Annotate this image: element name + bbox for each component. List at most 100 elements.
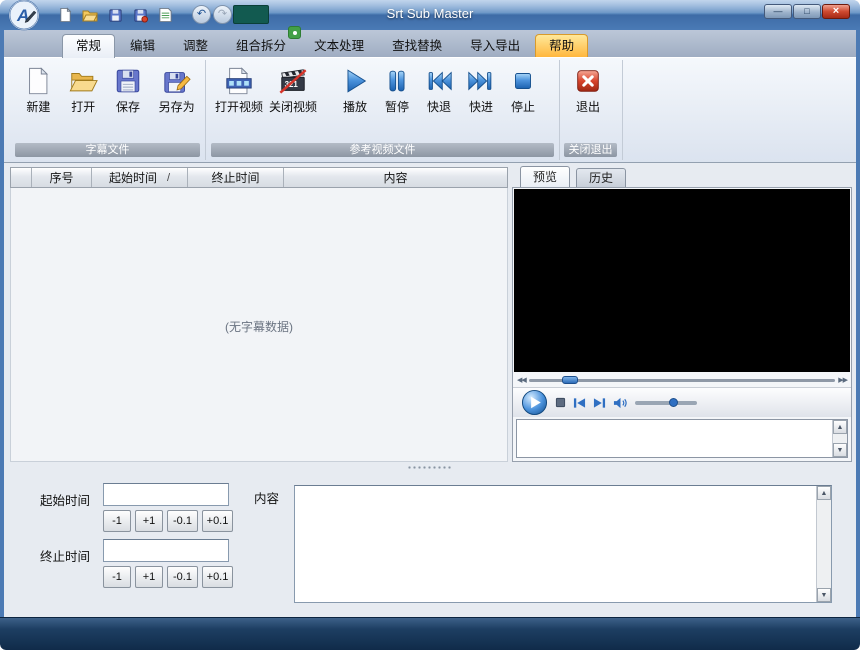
speaker-icon [613,397,628,409]
button-label: 保存 [116,98,140,115]
green-artifact-icon [288,26,301,39]
tab-history[interactable]: 历史 [576,168,626,187]
qat-save-button[interactable] [106,6,124,24]
tab-help[interactable]: 帮助 [535,34,588,57]
button-label: 快进 [469,98,493,115]
column-header-index[interactable]: 序号 [32,168,92,187]
stop-icon [507,65,539,97]
group-caption: 字幕文件 [15,143,200,157]
content-scrollbar[interactable]: ▲ ▼ [816,486,831,602]
horizontal-splitter[interactable] [4,464,856,471]
open-video-button[interactable]: 打开视频 [212,63,266,115]
close-video-button[interactable]: 321 关闭视频 [266,63,320,115]
preview-panel: ◀◀ ▶▶ [512,187,852,462]
app-logo-button[interactable]: A [8,0,40,31]
seek-track[interactable] [529,379,835,382]
undo-button[interactable]: ↶ [192,5,211,24]
start-minus-1-button[interactable]: -1 [103,510,131,532]
seek-back-icon[interactable]: ◀◀ [517,376,526,384]
tab-preview[interactable]: 预览 [520,166,570,187]
redo-button[interactable]: ↷ [213,5,232,24]
player-previous-button[interactable] [573,397,586,409]
tab-text-process[interactable]: 文本处理 [301,36,377,57]
stop-button[interactable]: 停止 [502,63,544,115]
seek-thumb[interactable] [562,376,578,384]
window-title: Srt Sub Master [387,6,474,21]
start-plus-1-button[interactable]: +1 [135,510,163,532]
preview-text-box[interactable]: ▲ ▼ [516,419,848,458]
mute-button[interactable] [613,397,628,409]
close-button[interactable]: × [822,4,850,19]
pause-button[interactable]: 暂停 [376,63,418,115]
previous-track-icon [573,397,586,409]
seek-bar: ◀◀ ▶▶ [513,373,851,387]
start-plus-01-button[interactable]: +0.1 [202,510,233,532]
play-circle-icon [521,389,548,416]
open-button[interactable]: 打开 [61,63,106,115]
save-button[interactable]: 保存 [106,63,151,115]
end-plus-1-button[interactable]: +1 [135,566,163,588]
volume-thumb[interactable] [669,398,678,407]
save-icon [108,8,123,23]
column-header-start-time[interactable]: 起始时间 / [92,168,188,187]
save-as-icon [133,8,148,23]
column-header-content[interactable]: 内容 [284,168,507,187]
ribbon-tab-strip: 常规 编辑 调整 组合拆分 文本处理 查找替换 导入导出 帮助 [4,30,856,57]
save-as-button[interactable]: 另存为 [150,63,203,115]
new-document-icon [22,65,54,97]
scroll-up-icon[interactable]: ▲ [833,420,847,434]
scroll-up-icon[interactable]: ▲ [817,486,831,500]
clapperboard-close-icon: 321 [277,65,309,97]
subtitle-table-body[interactable]: (无字幕数据) [10,188,508,462]
end-minus-01-button[interactable]: -0.1 [167,566,198,588]
save-icon [112,65,144,97]
quick-access-toolbar [56,6,174,24]
seek-forward-icon[interactable]: ▶▶ [838,376,847,384]
player-next-button[interactable] [593,397,606,409]
new-button[interactable]: 新建 [16,63,61,115]
tab-adjust[interactable]: 调整 [170,36,221,57]
maximize-button[interactable]: □ [793,4,821,19]
start-time-label: 起始时间 [40,490,90,509]
content-textarea[interactable]: ▲ ▼ [294,485,832,603]
scroll-down-icon[interactable]: ▼ [833,443,847,457]
start-time-input[interactable] [103,483,229,506]
tab-find-replace[interactable]: 查找替换 [379,36,455,57]
stop-square-icon [555,397,566,408]
start-minus-01-button[interactable]: -0.1 [167,510,198,532]
end-plus-01-button[interactable]: +0.1 [202,566,233,588]
minimize-button[interactable]: — [764,4,792,19]
group-caption: 关闭退出 [564,143,617,157]
volume-slider[interactable] [635,401,697,405]
rewind-button[interactable]: 快退 [418,63,460,115]
row-selector-header[interactable] [11,168,32,187]
button-label: 播放 [343,98,367,115]
exit-button[interactable]: 退出 [565,63,611,115]
tab-edit[interactable]: 编辑 [117,36,168,57]
open-folder-icon [67,65,99,97]
tab-general[interactable]: 常规 [62,34,115,58]
qat-open-button[interactable] [81,6,99,24]
player-stop-button[interactable] [555,397,566,408]
app-logo-icon: A [8,0,40,31]
end-minus-1-button[interactable]: -1 [103,566,131,588]
tab-import-export[interactable]: 导入导出 [457,36,533,57]
qat-export-button[interactable] [156,6,174,24]
video-surface [514,189,850,372]
preview-scrollbar[interactable]: ▲ ▼ [832,420,847,457]
fast-forward-button[interactable]: 快进 [460,63,502,115]
ribbon: 新建 打开 保存 另存 [4,57,856,163]
pause-icon [381,65,413,97]
splitter-grip [407,466,453,469]
scroll-down-icon[interactable]: ▼ [817,588,831,602]
button-label: 退出 [576,98,600,115]
rewind-icon [423,65,455,97]
column-header-end-time[interactable]: 终止时间 [188,168,284,187]
tab-merge-split[interactable]: 组合拆分 [223,36,299,57]
qat-save-as-button[interactable] [131,6,149,24]
qat-new-button[interactable] [56,6,74,24]
play-button[interactable]: 播放 [334,63,376,115]
end-time-input[interactable] [103,539,229,562]
next-track-icon [593,397,606,409]
player-play-button[interactable] [521,389,548,416]
